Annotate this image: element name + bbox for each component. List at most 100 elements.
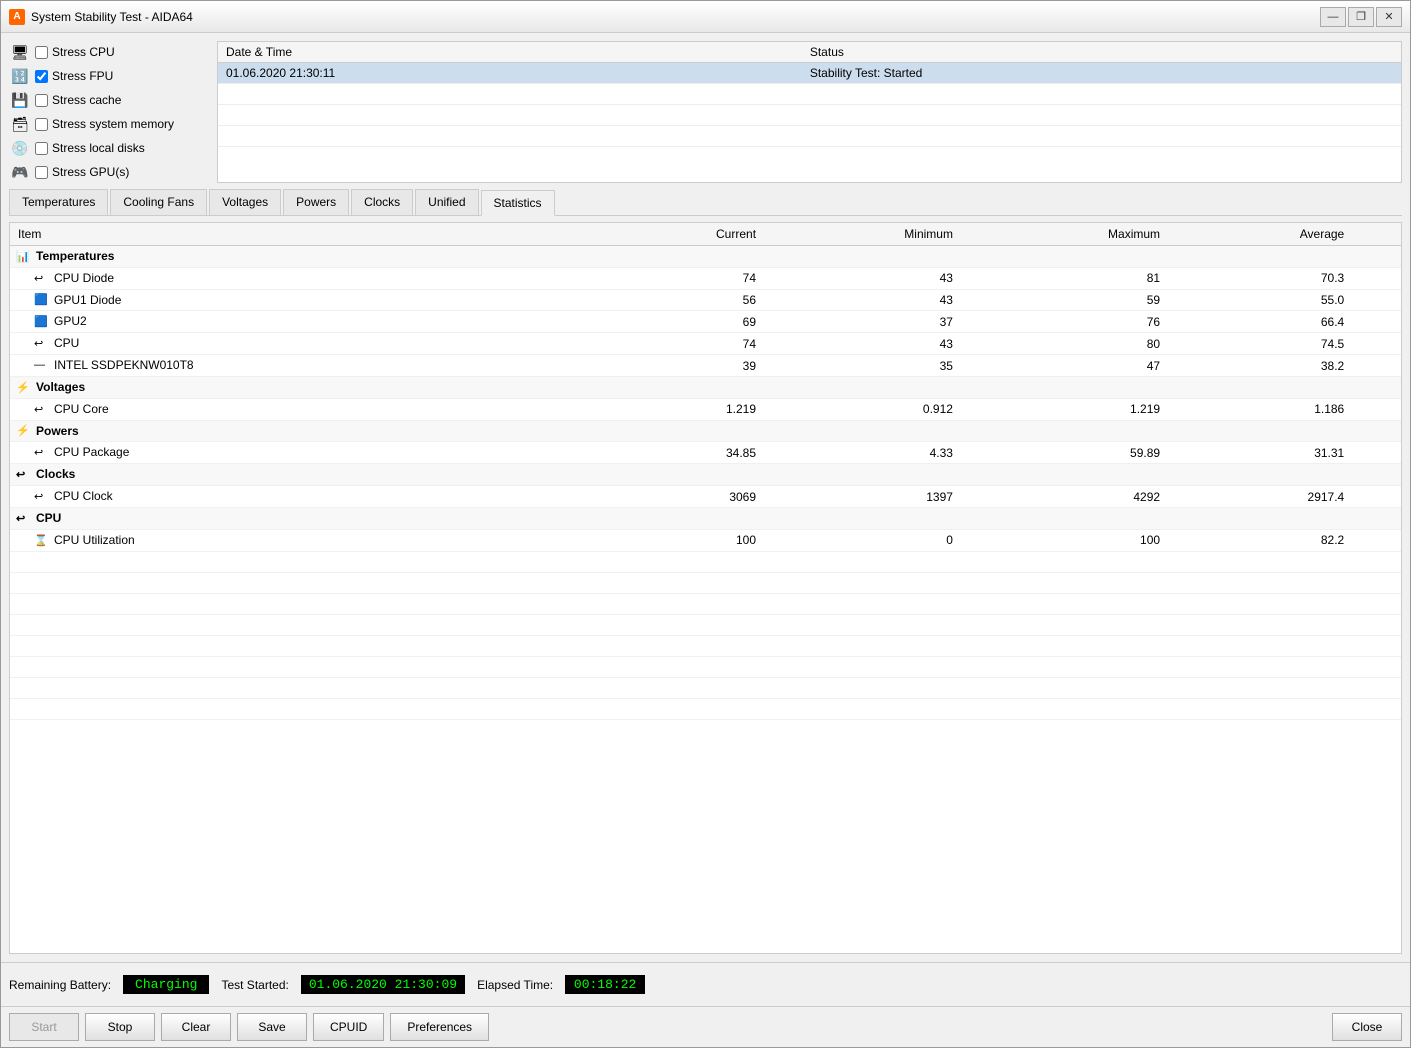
stress-fpu-option: 🔢 Stress FPU [9,65,209,87]
battery-value: Charging [123,975,209,994]
stats-row-empty [10,572,1401,593]
val-ssd-avg: 38.2 [1168,355,1352,377]
tab-voltages[interactable]: Voltages [209,189,281,215]
table-row: ↩CPU Clock 3069 1397 4292 2917.4 [10,486,1401,508]
log-row-empty [218,84,1401,105]
log-col-datetime: Date & Time [218,42,802,63]
item-cpu-diode: ↩CPU Diode [10,267,593,289]
restore-button[interactable]: ❐ [1348,7,1374,27]
stats-col-item: Item [10,223,593,246]
stats-table: Item Current Minimum Maximum Average 📊Te… [10,223,1401,720]
stress-gpus-option: 🎮 Stress GPU(s) [9,161,209,183]
val-gpu2-max: 76 [961,311,1168,333]
bottom-buttons: Start Stop Clear Save CPUID Preferences … [1,1006,1410,1047]
val-cpu-util-min: 0 [764,529,961,551]
stress-disks-checkbox[interactable] [35,142,48,155]
stress-fpu-label: Stress FPU [52,69,113,83]
power-group-icon: ⚡ [16,424,32,438]
stress-disks-option: 💿 Stress local disks [9,137,209,159]
group-voltages: ⚡Voltages [10,376,1401,398]
elapsed-value: 00:18:22 [565,975,645,994]
val-cpu-pkg-avg: 31.31 [1168,442,1352,464]
stress-gpus-label: Stress GPU(s) [52,165,129,179]
stats-row-empty [10,635,1401,656]
stress-cpu-label: Stress CPU [52,45,115,59]
tab-statistics[interactable]: Statistics [481,190,555,216]
stats-row-empty [10,677,1401,698]
table-row: —INTEL SSDPEKNW010T8 39 35 47 38.2 [10,355,1401,377]
val-gpu1-diode-cur: 56 [593,289,764,311]
stress-cpu-icon: 🖥 [9,43,31,61]
start-button[interactable]: Start [9,1013,79,1041]
stress-cpu-option: 🖥 Stress CPU [9,41,209,63]
stress-cache-checkbox[interactable] [35,94,48,107]
item-gpu1-diode: 🟦GPU1 Diode [10,289,593,311]
table-row: ⌛CPU Utilization 100 0 100 82.2 [10,529,1401,551]
item-cpu-util: ⌛CPU Utilization [10,529,593,551]
minimize-button[interactable]: — [1320,7,1346,27]
clock-group-icon: ↩ [16,468,32,482]
stress-fpu-checkbox[interactable] [35,70,48,83]
val-cpu-util-avg: 82.2 [1168,529,1352,551]
temp-group-icon: 📊 [16,250,32,264]
val-cpu-clk-avg: 2917.4 [1168,486,1352,508]
tab-temperatures[interactable]: Temperatures [9,189,108,215]
group-temperatures: 📊Temperatures [10,246,1401,268]
item-cpu-clock: ↩CPU Clock [10,486,593,508]
stress-disks-icon: 💿 [9,139,31,157]
stress-memory-checkbox[interactable] [35,118,48,131]
tabs-section: Temperatures Cooling Fans Voltages Power… [9,189,1402,216]
log-cell-status: Stability Test: Started [802,63,1401,84]
log-row-empty [218,126,1401,147]
elapsed-label: Elapsed Time: [477,978,553,992]
stats-row-empty [10,593,1401,614]
tab-cooling-fans[interactable]: Cooling Fans [110,189,207,215]
val-ssd-min: 35 [764,355,961,377]
cpuid-button[interactable]: CPUID [313,1013,384,1041]
val-ssd-max: 47 [961,355,1168,377]
volt-group-icon: ⚡ [16,381,32,395]
stop-button[interactable]: Stop [85,1013,155,1041]
test-started-value: 01.06.2020 21:30:09 [301,975,465,994]
stress-gpus-checkbox[interactable] [35,166,48,179]
val-gpu1-diode-max: 59 [961,289,1168,311]
main-window: A System Stability Test - AIDA64 — ❐ ✕ 🖥… [0,0,1411,1048]
item-cpu-core: ↩CPU Core [10,398,593,420]
stress-cache-label: Stress cache [52,93,121,107]
stats-panel[interactable]: Item Current Minimum Maximum Average 📊Te… [9,222,1402,954]
item-gpu2: 🟦GPU2 [10,311,593,333]
stats-row-empty [10,614,1401,635]
table-row: ↩CPU Package 34.85 4.33 59.89 31.31 [10,442,1401,464]
save-button[interactable]: Save [237,1013,307,1041]
preferences-button[interactable]: Preferences [390,1013,489,1041]
tab-powers[interactable]: Powers [283,189,349,215]
tab-unified[interactable]: Unified [415,189,478,215]
item-intel-ssd: —INTEL SSDPEKNW010T8 [10,355,593,377]
log-row: 01.06.2020 21:30:11 Stability Test: Star… [218,63,1401,84]
val-cpu-clk-min: 1397 [764,486,961,508]
stress-cpu-checkbox[interactable] [35,46,48,59]
log-row-empty [218,105,1401,126]
top-section: 🖥 Stress CPU 🔢 Stress FPU 💾 Stress cache… [9,41,1402,183]
tab-clocks[interactable]: Clocks [351,189,413,215]
content-area: 🖥 Stress CPU 🔢 Stress FPU 💾 Stress cache… [1,33,1410,962]
val-cpu-clk-max: 4292 [961,486,1168,508]
val-cpu-avg: 74.5 [1168,333,1352,355]
val-cpu-diode-avg: 70.3 [1168,267,1352,289]
close-title-button[interactable]: ✕ [1376,7,1402,27]
val-cpu-cur: 74 [593,333,764,355]
val-gpu2-min: 37 [764,311,961,333]
group-cpu: ↩CPU [10,507,1401,529]
val-cpu-core-avg: 1.186 [1168,398,1352,420]
title-bar-buttons: — ❐ ✕ [1320,7,1402,27]
stress-cache-option: 💾 Stress cache [9,89,209,111]
stress-fpu-icon: 🔢 [9,67,31,85]
clear-button[interactable]: Clear [161,1013,231,1041]
app-icon: A [9,9,25,25]
item-cpu: ↩CPU [10,333,593,355]
log-panel: Date & Time Status 01.06.2020 21:30:11 S… [217,41,1402,183]
table-row: ↩CPU Core 1.219 0.912 1.219 1.186 [10,398,1401,420]
val-cpu-pkg-min: 4.33 [764,442,961,464]
close-button[interactable]: Close [1332,1013,1402,1041]
stress-memory-label: Stress system memory [52,117,174,131]
